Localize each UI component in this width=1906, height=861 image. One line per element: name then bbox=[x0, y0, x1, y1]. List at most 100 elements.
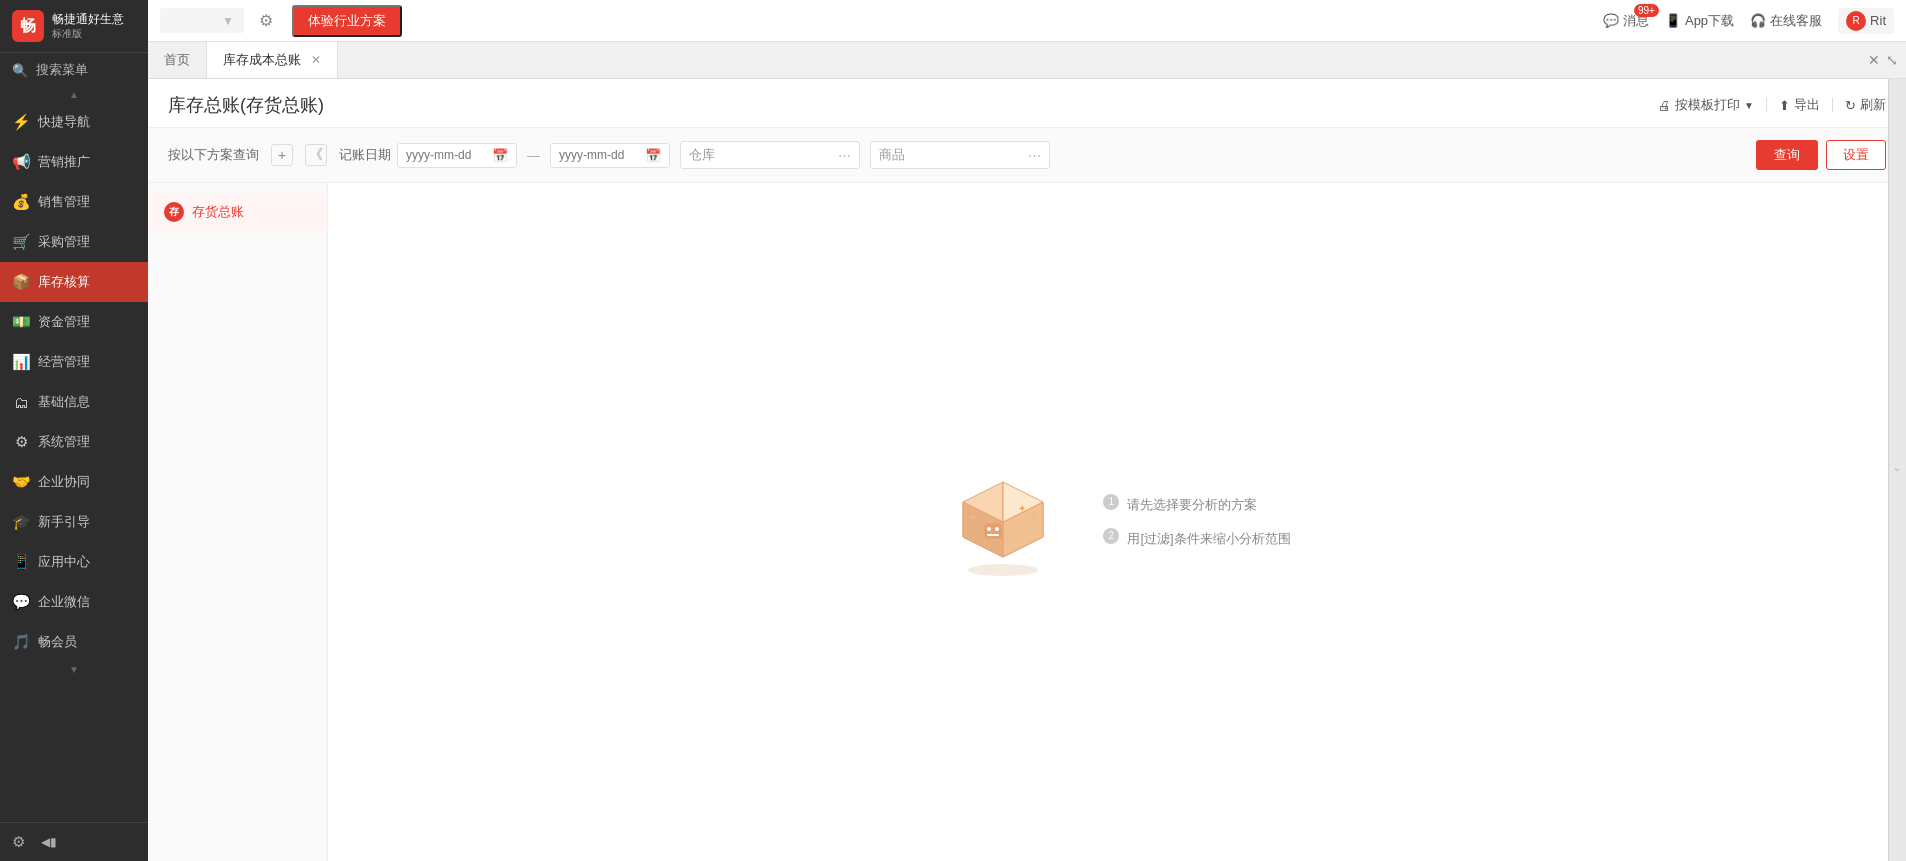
app-logo-icon: 畅 bbox=[12, 10, 44, 42]
sidebar-item-operations[interactable]: 📊 经营管理 bbox=[0, 342, 148, 382]
footer-fold-icon[interactable]: ◀▮ bbox=[41, 835, 57, 849]
sidebar-footer: ⚙ ◀▮ bbox=[0, 822, 148, 861]
system-icon: ⚙ bbox=[12, 433, 30, 451]
sidebar-item-marketing[interactable]: 📢 营销推广 bbox=[0, 142, 148, 182]
scheme-icon: 存 bbox=[164, 202, 184, 222]
tab-close-panel-icon[interactable]: ✕ bbox=[1868, 52, 1880, 68]
sidebar-item-sales[interactable]: 💰 销售管理 bbox=[0, 182, 148, 222]
sidebar-item-shortcut[interactable]: ⚡ 快捷导航 bbox=[0, 102, 148, 142]
sidebar-item-newguide[interactable]: 🎓 新手引导 bbox=[0, 502, 148, 542]
setting-btn[interactable]: 设置 bbox=[1826, 140, 1886, 170]
date-end-field[interactable] bbox=[559, 148, 639, 162]
sidebar-item-inventory[interactable]: 📦 库存核算 bbox=[0, 262, 148, 302]
breadcrumb-text bbox=[170, 12, 218, 29]
export-btn[interactable]: ⬆ 导出 bbox=[1779, 96, 1820, 114]
tab-close-icon[interactable]: ✕ bbox=[311, 53, 321, 67]
operations-icon: 📊 bbox=[12, 353, 30, 371]
header-actions: 🖨 按模板打印 ▼ ⬆ 导出 ↻ 刷新 bbox=[1658, 96, 1886, 114]
date-label: 记账日期 bbox=[339, 146, 391, 164]
calendar-start-icon[interactable]: 📅 bbox=[492, 148, 508, 163]
svg-point-11 bbox=[971, 515, 975, 519]
sidebar-nav: ▲ ⚡ 快捷导航 📢 营销推广 💰 销售管理 🛒 采购管理 📦 库存核算 💵 资… bbox=[0, 87, 148, 822]
scheme-item-inventory[interactable]: 存 存货总账 bbox=[148, 193, 327, 231]
empty-illustration: ✦ bbox=[943, 462, 1063, 582]
topbar: ▼ ⚙ 体验行业方案 💬 消息 99+ 📱 App下载 🎧 在线客服 R Rit bbox=[148, 0, 1906, 42]
svg-point-8 bbox=[995, 527, 999, 531]
page-title: 库存总账(存货总账) bbox=[168, 93, 324, 117]
tip-item-1: 1 请先选择要分析的方案 bbox=[1103, 492, 1290, 518]
topbar-user[interactable]: R Rit bbox=[1838, 8, 1894, 34]
sidebar-search[interactable]: 🔍 搜索菜单 bbox=[0, 53, 148, 87]
inventory-icon: 📦 bbox=[12, 273, 30, 291]
sidebar-item-basic[interactable]: 🗂 基础信息 bbox=[0, 382, 148, 422]
sidebar-item-member[interactable]: 🎵 畅会员 bbox=[0, 622, 148, 662]
filter-product-field: 商品 ⋯ bbox=[870, 141, 1050, 169]
product-label: 商品 bbox=[879, 146, 905, 164]
industry-btn[interactable]: 体验行业方案 bbox=[292, 5, 402, 37]
content-header: 库存总账(存货总账) 🖨 按模板打印 ▼ ⬆ 导出 ↻ 刷新 bbox=[148, 79, 1906, 128]
date-separator: — bbox=[527, 148, 540, 163]
app-logo-text: 畅捷通好生意 标准版 bbox=[52, 12, 124, 41]
warehouse-more-icon[interactable]: ⋯ bbox=[838, 148, 851, 163]
online-service-btn[interactable]: 🎧 在线客服 bbox=[1750, 12, 1822, 30]
sidebar-item-system[interactable]: ⚙ 系统管理 bbox=[0, 422, 148, 462]
main-area: ▼ ⚙ 体验行业方案 💬 消息 99+ 📱 App下载 🎧 在线客服 R Rit bbox=[148, 0, 1906, 861]
filter-date-field: 记账日期 📅 — 📅 bbox=[339, 143, 670, 168]
user-avatar: R bbox=[1846, 11, 1866, 31]
date-start-input[interactable]: 📅 bbox=[397, 143, 517, 168]
search-icon: 🔍 bbox=[12, 63, 28, 78]
shortcut-icon: ⚡ bbox=[12, 113, 30, 131]
divider-2 bbox=[1832, 98, 1833, 112]
refresh-icon: ↻ bbox=[1845, 98, 1856, 113]
warehouse-label: 仓库 bbox=[689, 146, 715, 164]
export-icon: ⬆ bbox=[1779, 98, 1790, 113]
tip-num-1: 1 bbox=[1103, 494, 1119, 510]
empty-box-svg: ✦ bbox=[943, 462, 1063, 582]
svg-point-7 bbox=[987, 527, 991, 531]
enterprise-icon: 🤝 bbox=[12, 473, 30, 491]
sidebar-item-wechat[interactable]: 💬 企业微信 bbox=[0, 582, 148, 622]
refresh-btn[interactable]: ↻ 刷新 bbox=[1845, 96, 1886, 114]
query-btn[interactable]: 查询 bbox=[1756, 140, 1818, 170]
topbar-settings-icon[interactable]: ⚙ bbox=[252, 7, 280, 35]
member-icon: 🎵 bbox=[12, 633, 30, 651]
footer-settings-icon[interactable]: ⚙ bbox=[12, 833, 25, 851]
filter-collapse-btn[interactable]: 《 bbox=[305, 144, 327, 166]
date-end-input[interactable]: 📅 bbox=[550, 143, 670, 168]
sales-icon: 💰 bbox=[12, 193, 30, 211]
tab-home[interactable]: 首页 bbox=[148, 42, 207, 78]
sidebar-item-purchase[interactable]: 🛒 采购管理 bbox=[0, 222, 148, 262]
topbar-right: 💬 消息 99+ 📱 App下载 🎧 在线客服 R Rit bbox=[1603, 8, 1894, 34]
main-panel: ✦ 1 请先选择要分析的方案 2 用[过滤]条件 bbox=[328, 183, 1906, 861]
query-actions: 查询 设置 bbox=[1756, 140, 1886, 170]
print-btn[interactable]: 🖨 按模板打印 ▼ bbox=[1658, 96, 1754, 114]
right-edge-panel: › bbox=[1888, 79, 1906, 861]
filter-label: 按以下方案查询 bbox=[168, 146, 259, 164]
date-start-field[interactable] bbox=[406, 148, 486, 162]
calendar-end-icon[interactable]: 📅 bbox=[645, 148, 661, 163]
capital-icon: 💵 bbox=[12, 313, 30, 331]
filter-bar: 按以下方案查询 + 《 记账日期 📅 — 📅 bbox=[148, 128, 1906, 183]
filter-add-btn[interactable]: + bbox=[271, 144, 293, 166]
marketing-icon: 📢 bbox=[12, 153, 30, 171]
product-select[interactable]: 商品 ⋯ bbox=[870, 141, 1050, 169]
service-icon: 🎧 bbox=[1750, 13, 1766, 28]
svg-point-12 bbox=[1031, 515, 1035, 519]
scroll-down-indicator: ▼ bbox=[0, 662, 148, 677]
product-more-icon[interactable]: ⋯ bbox=[1028, 148, 1041, 163]
app-download-btn[interactable]: 📱 App下载 bbox=[1665, 12, 1734, 30]
content-area: 库存总账(存货总账) 🖨 按模板打印 ▼ ⬆ 导出 ↻ 刷新 bbox=[148, 79, 1906, 861]
sidebar-item-capital[interactable]: 💵 资金管理 bbox=[0, 302, 148, 342]
message-btn[interactable]: 💬 消息 99+ bbox=[1603, 12, 1649, 30]
print-icon: 🖨 bbox=[1658, 98, 1671, 113]
sidebar: 畅 畅捷通好生意 标准版 🔍 搜索菜单 ▲ ⚡ 快捷导航 📢 营销推广 💰 销售… bbox=[0, 0, 148, 861]
sidebar-item-enterprise[interactable]: 🤝 企业协同 bbox=[0, 462, 148, 502]
empty-tips: 1 请先选择要分析的方案 2 用[过滤]条件来缩小分析范围 bbox=[1103, 492, 1290, 552]
divider-1 bbox=[1766, 98, 1767, 112]
warehouse-select[interactable]: 仓库 ⋯ bbox=[680, 141, 860, 169]
sidebar-item-appcenter[interactable]: 📱 应用中心 bbox=[0, 542, 148, 582]
tab-resize-icon[interactable]: ⤡ bbox=[1886, 52, 1898, 68]
message-badge: 99+ bbox=[1634, 4, 1659, 17]
scroll-up-indicator: ▲ bbox=[0, 87, 148, 102]
tab-inventory-ledger[interactable]: 库存成本总账 ✕ bbox=[207, 42, 338, 78]
